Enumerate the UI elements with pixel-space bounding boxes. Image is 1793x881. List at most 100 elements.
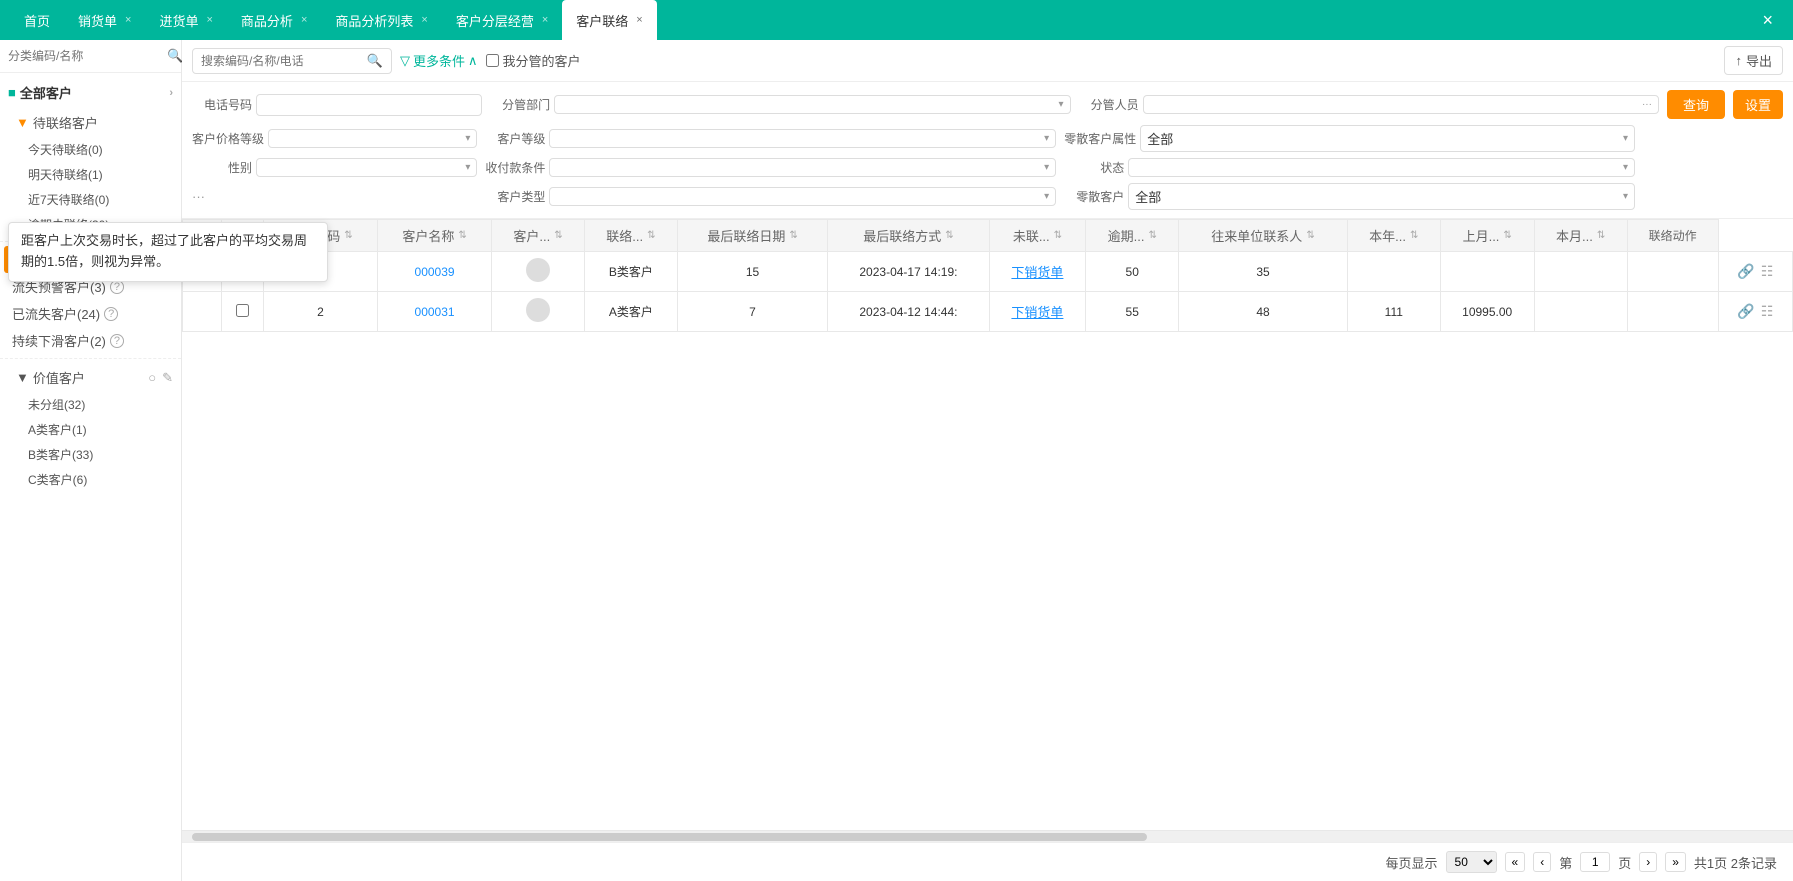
chevron-down-icon-2: ▼ (16, 370, 29, 385)
contact-count-column-header[interactable]: 联络...⇅ (584, 220, 677, 252)
overdue-column-header[interactable]: 逾期...⇅ (1086, 220, 1179, 252)
customer-type-select[interactable]: ▾ (549, 187, 1056, 206)
row-last-contact-date: 2023-04-17 14:19: (828, 252, 989, 292)
retail-attr-select[interactable]: 全部 ▾ (1140, 125, 1635, 152)
sidebar-item-churned[interactable]: 已流失客户(24) ? (0, 300, 181, 327)
last-contact-method-link[interactable]: 下销货单 (1011, 265, 1063, 280)
payment-select[interactable]: ▾ (549, 158, 1056, 177)
close-icon[interactable]: × (542, 14, 548, 26)
query-button[interactable]: 查询 (1667, 90, 1725, 119)
sidebar-all-customers[interactable]: ■ 全部客户 › (0, 77, 181, 108)
sidebar-search-input[interactable] (8, 49, 163, 63)
sidebar-item-c-class[interactable]: C类客户(6) (0, 467, 181, 492)
row-last-contact-method[interactable]: 下销货单 (989, 252, 1086, 292)
more-dots-icon[interactable]: ··· (192, 189, 205, 204)
close-icon[interactable]: × (421, 14, 427, 26)
row-code[interactable]: 000039 (378, 252, 492, 292)
contact-person-column-header[interactable]: 往来单位联系人⇅ (1179, 220, 1348, 252)
per-page-label: 每页显示 (1386, 853, 1438, 872)
dept-select[interactable]: ▾ (554, 95, 1070, 114)
sidebar-section-pending[interactable]: ▼ 待联络客户 (0, 108, 181, 137)
nav-tab-customer-contact[interactable]: 客户联络 × (562, 0, 656, 40)
close-icon[interactable]: × (206, 14, 212, 26)
prev-page-button[interactable]: ‹ (1533, 852, 1551, 872)
nav-tab-customer-layered[interactable]: 客户分层经营 × (442, 0, 562, 40)
row-overdue: 35 (1179, 252, 1348, 292)
sidebar-item-today[interactable]: 今天待联络(0) (0, 137, 181, 162)
row-name[interactable] (492, 292, 585, 332)
sort-icon: ⇅ (1054, 230, 1062, 241)
sort-icon: ⇅ (789, 230, 797, 241)
link-action-icon[interactable]: 🔗 (1737, 303, 1754, 320)
export-icon: ↑ (1735, 53, 1742, 68)
this-year-column-header[interactable]: 本年...⇅ (1347, 220, 1440, 252)
price-level-select[interactable]: ▾ (268, 129, 477, 148)
last-contact-date-column-header[interactable]: 最后联络日期⇅ (677, 220, 828, 252)
pagination-bar: 每页显示 50 10 20 100 « ‹ 第 页 › » 共1页 2条记录 (182, 842, 1793, 881)
phone-input[interactable] (256, 94, 482, 116)
nav-tab-purchase[interactable]: 进货单 × (145, 0, 226, 40)
gender-select[interactable]: ▾ (256, 158, 477, 177)
more-conditions-button[interactable]: ▽ 更多条件 ∧ (400, 51, 478, 70)
close-icon[interactable]: × (125, 14, 131, 26)
row-checkbox-input[interactable] (236, 304, 249, 317)
nav-tab-analysis-list[interactable]: 商品分析列表 × (321, 0, 441, 40)
window-close-button[interactable]: × (1752, 10, 1783, 31)
sidebar-item-declining[interactable]: 持续下滑客户(2) ? (0, 327, 181, 354)
nav-tab-sales[interactable]: 销货单 × (64, 0, 145, 40)
grid-action-icon[interactable]: ☷ (1761, 263, 1774, 280)
payment-label: 收付款条件 (485, 159, 545, 176)
sidebar-item-unclassified[interactable]: 未分组(32) (0, 392, 181, 417)
sort-icon: ⇅ (1306, 230, 1314, 241)
sidebar-item-7days[interactable]: 近7天待联络(0) (0, 187, 181, 212)
sidebar: 🔍 ■ 全部客户 › ▼ 待联络客户 今天待联络(0) 明天待联络(1) 近7天… (0, 40, 182, 881)
last-month-column-header[interactable]: 上月...⇅ (1440, 220, 1534, 252)
search-input[interactable] (201, 54, 363, 68)
row-last-contact-method[interactable]: 下销货单 (989, 292, 1086, 332)
page-number-input[interactable] (1580, 852, 1610, 872)
nav-tab-analysis[interactable]: 商品分析 × (227, 0, 321, 40)
top-nav: 首页 销货单 × 进货单 × 商品分析 × 商品分析列表 × 客户分层经营 × … (0, 0, 1793, 40)
chevron-down-icon: ▼ (16, 115, 29, 130)
setting-button[interactable]: 设置 (1733, 90, 1783, 119)
gender-label: 性别 (192, 159, 252, 176)
sidebar-collapse-icon[interactable]: › (169, 87, 173, 99)
chevron-down-icon: ▾ (1059, 99, 1064, 110)
sidebar-section-value[interactable]: ▼ 价值客户 ○ ✎ (0, 363, 181, 392)
last-contact-method-link[interactable]: 下销货单 (1011, 305, 1063, 320)
close-icon[interactable]: × (301, 14, 307, 26)
export-button[interactable]: ↑ 导出 (1724, 46, 1783, 75)
my-customers-checkbox-label[interactable]: 我分管的客户 (486, 51, 581, 70)
horizontal-scrollbar[interactable] (182, 830, 1793, 842)
name-column-header[interactable]: 客户名称⇅ (378, 220, 492, 252)
close-icon[interactable]: × (636, 14, 642, 26)
person-select[interactable]: ··· (1143, 95, 1659, 114)
circle-icon[interactable]: ○ (148, 370, 156, 386)
sidebar-item-tomorrow[interactable]: 明天待联络(1) (0, 162, 181, 187)
this-month-column-header[interactable]: 本月...⇅ (1534, 220, 1627, 252)
customer-type-column-header[interactable]: 客户...⇅ (492, 220, 585, 252)
link-action-icon[interactable]: 🔗 (1737, 263, 1754, 280)
next-page-button[interactable]: › (1639, 852, 1657, 872)
sidebar-section-value-label: 价值客户 (33, 368, 85, 387)
not-contacted-column-header[interactable]: 未联...⇅ (989, 220, 1086, 252)
sidebar-item-a-class[interactable]: A类客户(1) (0, 417, 181, 442)
customer-level-select[interactable]: ▾ (549, 129, 1056, 148)
status-select[interactable]: ▾ (1128, 158, 1635, 177)
nav-tab-home[interactable]: 首页 (10, 0, 64, 40)
my-customers-checkbox[interactable] (486, 54, 499, 67)
grid-action-icon[interactable]: ☷ (1761, 303, 1774, 320)
first-page-button[interactable]: « (1505, 852, 1526, 872)
gender-field: 性别 ▾ (192, 158, 477, 177)
retail-customer-select[interactable]: 全部 ▾ (1128, 183, 1635, 210)
avatar (526, 258, 550, 282)
per-page-select[interactable]: 50 10 20 100 (1446, 851, 1497, 873)
scrollbar-thumb[interactable] (192, 833, 1147, 841)
row-code[interactable]: 000031 (378, 292, 492, 332)
last-contact-method-column-header[interactable]: 最后联络方式⇅ (828, 220, 989, 252)
edit-icon[interactable]: ✎ (162, 370, 173, 386)
row-last-month (1534, 292, 1627, 332)
row-name[interactable] (492, 252, 585, 292)
sidebar-item-b-class[interactable]: B类客户(33) (0, 442, 181, 467)
last-page-button[interactable]: » (1665, 852, 1686, 872)
